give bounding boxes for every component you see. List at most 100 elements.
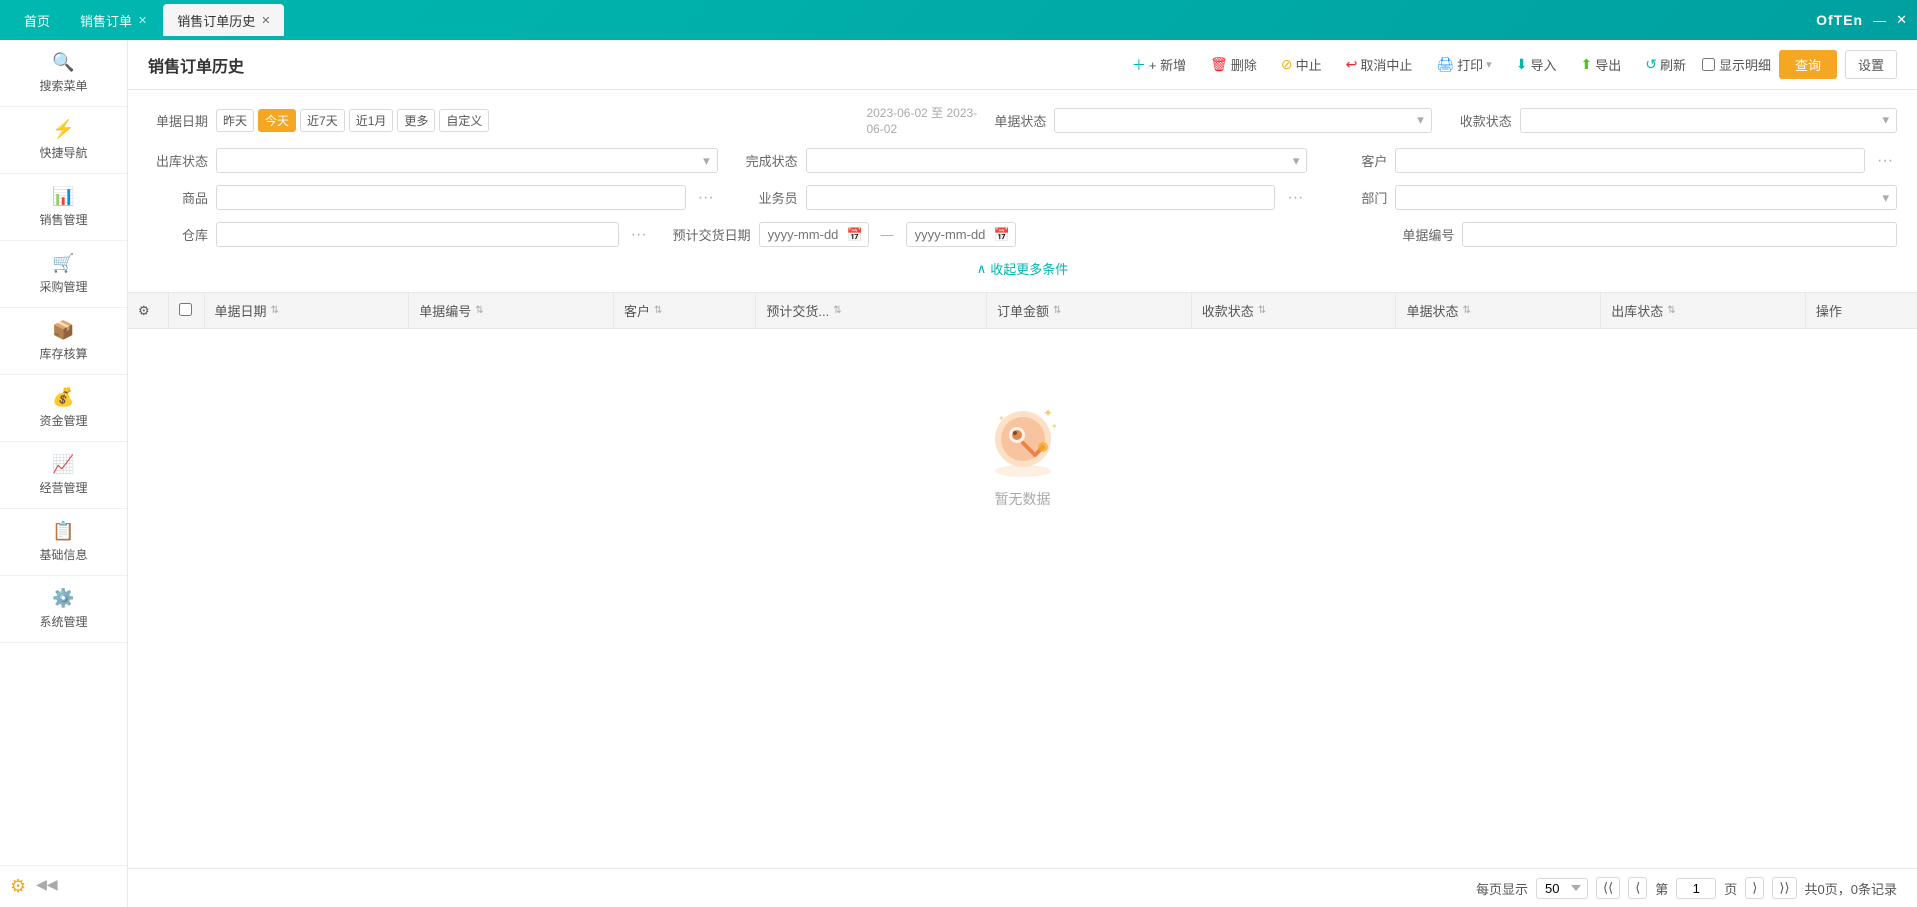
window-close[interactable]: ✕ [1896, 12, 1907, 28]
sort-customer[interactable]: 客户 ⇅ [624, 301, 745, 320]
stop-button[interactable]: ⊘ 中止 [1273, 51, 1330, 78]
select-all-checkbox[interactable] [179, 303, 192, 316]
department-label: 部门 [1327, 188, 1387, 207]
tab-sales-order-history-close[interactable]: ✕ [261, 14, 270, 27]
sidebar-item-label-sales-mgmt: 销售管理 [39, 211, 87, 228]
tab-home[interactable]: 首页 [10, 4, 64, 36]
date-custom[interactable]: 自定义 [439, 109, 489, 132]
tab-sales-order-history-label: 销售订单历史 [177, 11, 255, 30]
date-more[interactable]: 更多 [397, 109, 435, 132]
cancel-stop-button[interactable]: ↩ 取消中止 [1338, 51, 1421, 78]
tab-sales-order-history[interactable]: 销售订单历史 ✕ [163, 4, 284, 36]
refresh-button[interactable]: ↺ 刷新 [1637, 51, 1694, 78]
salesperson-label: 业务员 [738, 188, 798, 207]
date-last7[interactable]: 近7天 [300, 109, 345, 132]
date-quick-buttons: 昨天 今天 近7天 近1月 更多 自定义 [216, 109, 489, 132]
filter-order-status: 单据状态 ▾ [986, 108, 1431, 133]
sidebar-item-operations[interactable]: 📈 经营管理 [0, 442, 127, 509]
warehouse-dots[interactable]: ··· [627, 226, 651, 244]
customer-input[interactable] [1395, 148, 1865, 173]
sort-out-status[interactable]: 出库状态 ⇅ [1611, 301, 1795, 320]
filter-row-2: 出库状态 ▾ 完成状态 ▾ 客户 ··· [148, 148, 1897, 173]
show-detail-checkbox[interactable]: 显示明细 [1702, 55, 1771, 74]
sidebar-item-sales-mgmt[interactable]: 📊 销售管理 [0, 174, 127, 241]
salesperson-input[interactable] [806, 185, 1276, 210]
delivery-date-start[interactable] [759, 222, 869, 247]
purchase-mgmt-icon: 🛒 [52, 253, 74, 274]
date-yesterday[interactable]: 昨天 [216, 109, 254, 132]
customer-dots[interactable]: ··· [1873, 152, 1897, 170]
sidebar-item-finance[interactable]: 💰 资金管理 [0, 375, 127, 442]
sidebar-item-sys-mgmt[interactable]: ⚙️ 系统管理 [0, 576, 127, 643]
th-checkbox[interactable] [168, 293, 204, 329]
sort-payment-status[interactable]: 收款状态 ⇅ [1202, 301, 1386, 320]
collapse-text: 收起更多条件 [990, 259, 1068, 278]
last-page-btn[interactable]: ⟩⟩ [1772, 877, 1796, 899]
department-input[interactable] [1395, 185, 1897, 210]
order-no-label: 单据编号 [1394, 225, 1454, 244]
query-button[interactable]: 查询 [1779, 50, 1837, 79]
product-input[interactable] [216, 185, 686, 210]
sidebar-item-label-quick-nav: 快捷导航 [39, 144, 87, 161]
sidebar-item-purchase-mgmt[interactable]: 🛒 采购管理 [0, 241, 127, 308]
filter-warehouse: 仓库 ··· [148, 222, 651, 247]
show-detail-input[interactable] [1702, 58, 1715, 71]
prev-page-btn[interactable]: ⟨ [1628, 877, 1647, 899]
payment-status-input[interactable] [1520, 108, 1897, 133]
sort-order-status[interactable]: 单据状态 ⇅ [1406, 301, 1590, 320]
collapse-row[interactable]: ∧ 收起更多条件 [148, 259, 1897, 278]
page-num-input[interactable] [1676, 878, 1716, 899]
tab-sales-order-label: 销售订单 [80, 11, 132, 30]
sort-amount[interactable]: 订单金额 ⇅ [997, 301, 1181, 320]
order-status-input[interactable] [1054, 108, 1431, 133]
th-gear[interactable]: ⚙ [128, 293, 168, 329]
sidebar-expand-icon[interactable]: ◀◀ [36, 876, 58, 897]
filter-payment-status: 收款状态 ▾ [1452, 108, 1897, 133]
out-status-select-wrap: ▾ [216, 148, 718, 173]
stop-icon: ⊘ [1281, 56, 1293, 73]
main-table: ⚙ 单据日期 ⇅ [128, 293, 1917, 329]
out-status-input[interactable] [216, 148, 718, 173]
tab-sales-order-close[interactable]: ✕ [138, 14, 147, 27]
svg-text:✦: ✦ [998, 414, 1005, 423]
add-button[interactable]: ＋ + 新增 [1124, 51, 1194, 79]
print-button[interactable]: 🖨 打印 ▾ [1428, 51, 1499, 78]
export-button[interactable]: ⬆ 导出 [1572, 51, 1629, 78]
import-button[interactable]: ⬇ 导入 [1508, 51, 1565, 78]
sidebar-item-inventory[interactable]: 📦 库存核算 [0, 308, 127, 375]
page-size-select[interactable]: 50 10 20 100 [1536, 878, 1588, 899]
jump-label: 第 [1655, 879, 1668, 898]
first-page-btn[interactable]: ⟨⟨ [1596, 877, 1620, 899]
sidebar-settings-icon[interactable]: ⚙ [10, 876, 26, 897]
next-page-btn[interactable]: ⟩ [1745, 877, 1764, 899]
th-number: 单据编号 ⇅ [409, 293, 614, 329]
complete-status-input[interactable] [806, 148, 1308, 173]
sidebar-item-quick-nav[interactable]: ⚡ 快捷导航 [0, 107, 127, 174]
operations-icon: 📈 [52, 454, 74, 475]
sidebar-item-base-info[interactable]: 📋 基础信息 [0, 509, 127, 576]
gear-icon[interactable]: ⚙ [138, 303, 150, 318]
window-minimize[interactable]: — [1873, 13, 1886, 28]
salesperson-dots[interactable]: ··· [1283, 189, 1307, 207]
sort-number[interactable]: 单据编号 ⇅ [419, 301, 603, 320]
settings-button[interactable]: 设置 [1845, 50, 1897, 79]
finance-icon: 💰 [52, 387, 74, 408]
sort-date[interactable]: 单据日期 ⇅ [215, 301, 399, 320]
tab-sales-order[interactable]: 销售订单 ✕ [66, 4, 161, 36]
delivery-date-start-wrap: 📅 [759, 222, 869, 247]
product-dots[interactable]: ··· [694, 189, 718, 207]
sort-delivery[interactable]: 预计交货... ⇅ [766, 301, 976, 320]
date-today[interactable]: 今天 [258, 109, 296, 132]
order-no-input[interactable] [1462, 222, 1897, 247]
base-info-icon: 📋 [52, 521, 74, 542]
sidebar-item-label-inventory: 库存核算 [39, 345, 87, 362]
delivery-date-end[interactable] [906, 222, 1016, 247]
toolbar: ＋ + 新增 🗑 删除 ⊘ 中止 ↩ 取消中止 🖨 打印 [1124, 50, 1897, 79]
sort-out-status-icon: ⇅ [1667, 305, 1675, 316]
brand-text: OfTEn [1816, 12, 1863, 28]
svg-text:✦: ✦ [1043, 406, 1053, 420]
warehouse-input[interactable] [216, 222, 619, 247]
date-last1m[interactable]: 近1月 [349, 109, 394, 132]
delete-button[interactable]: 🗑 删除 [1202, 51, 1265, 78]
sidebar-item-search-menu[interactable]: 🔍 搜索菜单 [0, 40, 127, 107]
